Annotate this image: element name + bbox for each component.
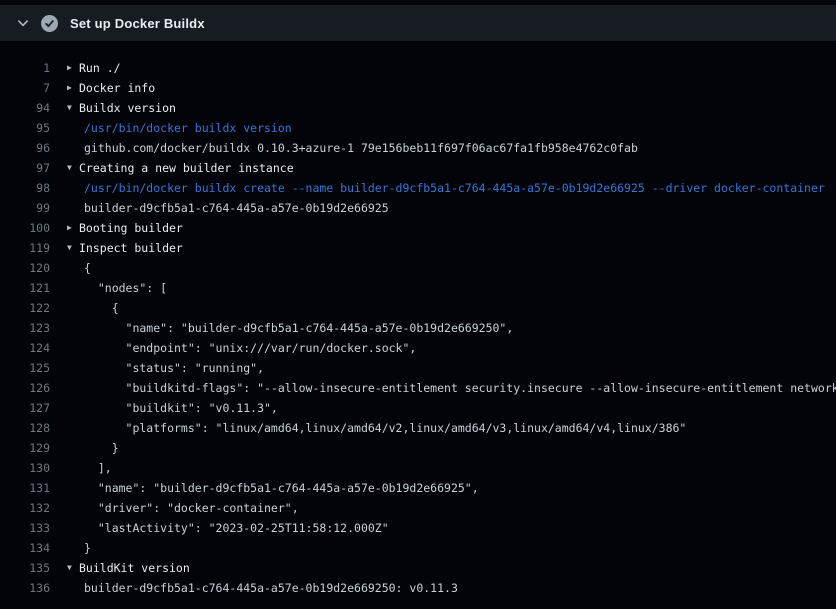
line-number-link[interactable]: 120 [0, 258, 50, 278]
output-text: } [84, 438, 119, 458]
line-number-link[interactable]: 96 [0, 138, 50, 158]
group-expanded-arrow-icon[interactable]: ▼ [67, 238, 79, 258]
line-number-link[interactable]: 97 [0, 158, 50, 178]
log-line-row: 99 builder-d9cfb5a1-c764-445a-a57e-0b19d2… [0, 198, 836, 218]
output-text: "status": "running", [84, 358, 264, 378]
output-text: github.com/docker/buildx 0.10.3+azure-1 … [84, 138, 638, 158]
line-number-link[interactable]: 7 [0, 78, 50, 98]
group-expanded-arrow-icon[interactable]: ▼ [67, 98, 79, 118]
output-text: "buildkitd-flags": "--allow-insecure-ent… [84, 378, 836, 398]
log-group-row[interactable]: 7 ▶Docker info [0, 78, 836, 98]
group-title[interactable]: Docker info [79, 78, 155, 98]
log-line-row: 133 "lastActivity": "2023-02-25T11:58:12… [0, 518, 836, 538]
step-title: Set up Docker Buildx [70, 16, 205, 31]
check-circle-icon [41, 15, 58, 32]
log-line-row: 136 builder-d9cfb5a1-c764-445a-a57e-0b19d… [0, 578, 836, 598]
output-text: { [84, 258, 91, 278]
output-text: "driver": "docker-container", [84, 498, 299, 518]
log-line-row: 120 { [0, 258, 836, 278]
log-group-row[interactable]: 94 ▼Buildx version [0, 98, 836, 118]
log-group-row[interactable]: 135 ▼BuildKit version [0, 558, 836, 578]
output-text: "name": "builder-d9cfb5a1-c764-445a-a57e… [84, 318, 513, 338]
log-line-row: 132 "driver": "docker-container", [0, 498, 836, 518]
log-line-row: 122 { [0, 298, 836, 318]
log-line-row: 98/usr/bin/docker buildx create --name b… [0, 178, 836, 198]
command-text: /usr/bin/docker buildx create --name bui… [84, 178, 825, 198]
line-number-link[interactable]: 121 [0, 278, 50, 298]
chevron-down-icon[interactable] [16, 16, 30, 30]
output-text: { [84, 298, 119, 318]
log-line-row: 95/usr/bin/docker buildx version [0, 118, 836, 138]
group-title[interactable]: Buildx version [79, 98, 176, 118]
log-line-row: 96 github.com/docker/buildx 0.10.3+azure-… [0, 138, 836, 158]
line-number-link[interactable]: 136 [0, 578, 50, 598]
output-text: "name": "builder-d9cfb5a1-c764-445a-a57e… [84, 478, 479, 498]
log-group-row[interactable]: 119 ▼Inspect builder [0, 238, 836, 258]
line-number-link[interactable]: 128 [0, 418, 50, 438]
line-number-link[interactable]: 130 [0, 458, 50, 478]
output-text: "buildkit": "v0.11.3", [84, 398, 278, 418]
line-number-link[interactable]: 100 [0, 218, 50, 238]
log-line-row: 134} [0, 538, 836, 558]
group-collapsed-arrow-icon[interactable]: ▶ [67, 58, 79, 78]
log-line-row: 130 ], [0, 458, 836, 478]
group-collapsed-arrow-icon[interactable]: ▶ [67, 218, 79, 238]
log-line-row: 128 "platforms": "linux/amd64,linux/amd6… [0, 418, 836, 438]
line-number-link[interactable]: 122 [0, 298, 50, 318]
line-number-link[interactable]: 132 [0, 498, 50, 518]
group-expanded-arrow-icon[interactable]: ▼ [67, 158, 79, 178]
line-number-link[interactable]: 127 [0, 398, 50, 418]
output-text: "endpoint": "unix:///var/run/docker.sock… [84, 338, 416, 358]
line-number-link[interactable]: 134 [0, 538, 50, 558]
line-number-link[interactable]: 126 [0, 378, 50, 398]
log-line-row: 124 "endpoint": "unix:///var/run/docker.… [0, 338, 836, 358]
line-number-link[interactable]: 124 [0, 338, 50, 358]
group-title[interactable]: Booting builder [79, 218, 183, 238]
group-title[interactable]: Creating a new builder instance [79, 158, 294, 178]
output-text: builder-d9cfb5a1-c764-445a-a57e-0b19d2e6… [84, 198, 389, 218]
output-text: "lastActivity": "2023-02-25T11:58:12.000… [84, 518, 389, 538]
output-text: builder-d9cfb5a1-c764-445a-a57e-0b19d2e6… [84, 578, 458, 598]
log-line-row: 123 "name": "builder-d9cfb5a1-c764-445a-… [0, 318, 836, 338]
log-line-row: 127 "buildkit": "v0.11.3", [0, 398, 836, 418]
log-group-row[interactable]: 100 ▶Booting builder [0, 218, 836, 238]
line-number-link[interactable]: 98 [0, 178, 50, 198]
log-line-row: 121 "nodes": [ [0, 278, 836, 298]
log-line-row: 129 } [0, 438, 836, 458]
group-title[interactable]: Inspect builder [79, 238, 183, 258]
command-text: /usr/bin/docker buildx version [84, 118, 292, 138]
log-line-row: 125 "status": "running", [0, 358, 836, 378]
line-number-link[interactable]: 1 [0, 58, 50, 78]
group-title[interactable]: BuildKit version [79, 558, 190, 578]
line-number-link[interactable]: 129 [0, 438, 50, 458]
line-number-link[interactable]: 123 [0, 318, 50, 338]
line-number-link[interactable]: 125 [0, 358, 50, 378]
group-collapsed-arrow-icon[interactable]: ▶ [67, 78, 79, 98]
line-number-link[interactable]: 133 [0, 518, 50, 538]
line-number-link[interactable]: 94 [0, 98, 50, 118]
log-group-row[interactable]: 1 ▶Run ./ [0, 58, 836, 78]
line-number-link[interactable]: 95 [0, 118, 50, 138]
line-number-link[interactable]: 99 [0, 198, 50, 218]
group-title[interactable]: Run ./ [79, 58, 121, 78]
log-line-row: 131 "name": "builder-d9cfb5a1-c764-445a-… [0, 478, 836, 498]
line-number-link[interactable]: 135 [0, 558, 50, 578]
log-line-row: 126 "buildkitd-flags": "--allow-insecure… [0, 378, 836, 398]
output-text: "nodes": [ [84, 278, 167, 298]
line-number-link[interactable]: 131 [0, 478, 50, 498]
output-text: ], [84, 458, 112, 478]
log-lines: 1▶Run ./7▶Docker info94▼Buildx version95… [0, 41, 836, 598]
output-text: } [84, 538, 91, 558]
line-number-link[interactable]: 119 [0, 238, 50, 258]
output-text: "platforms": "linux/amd64,linux/amd64/v2… [84, 418, 686, 438]
group-expanded-arrow-icon[interactable]: ▼ [67, 558, 79, 578]
step-header[interactable]: Set up Docker Buildx [0, 5, 836, 41]
log-group-row[interactable]: 97 ▼Creating a new builder instance [0, 158, 836, 178]
